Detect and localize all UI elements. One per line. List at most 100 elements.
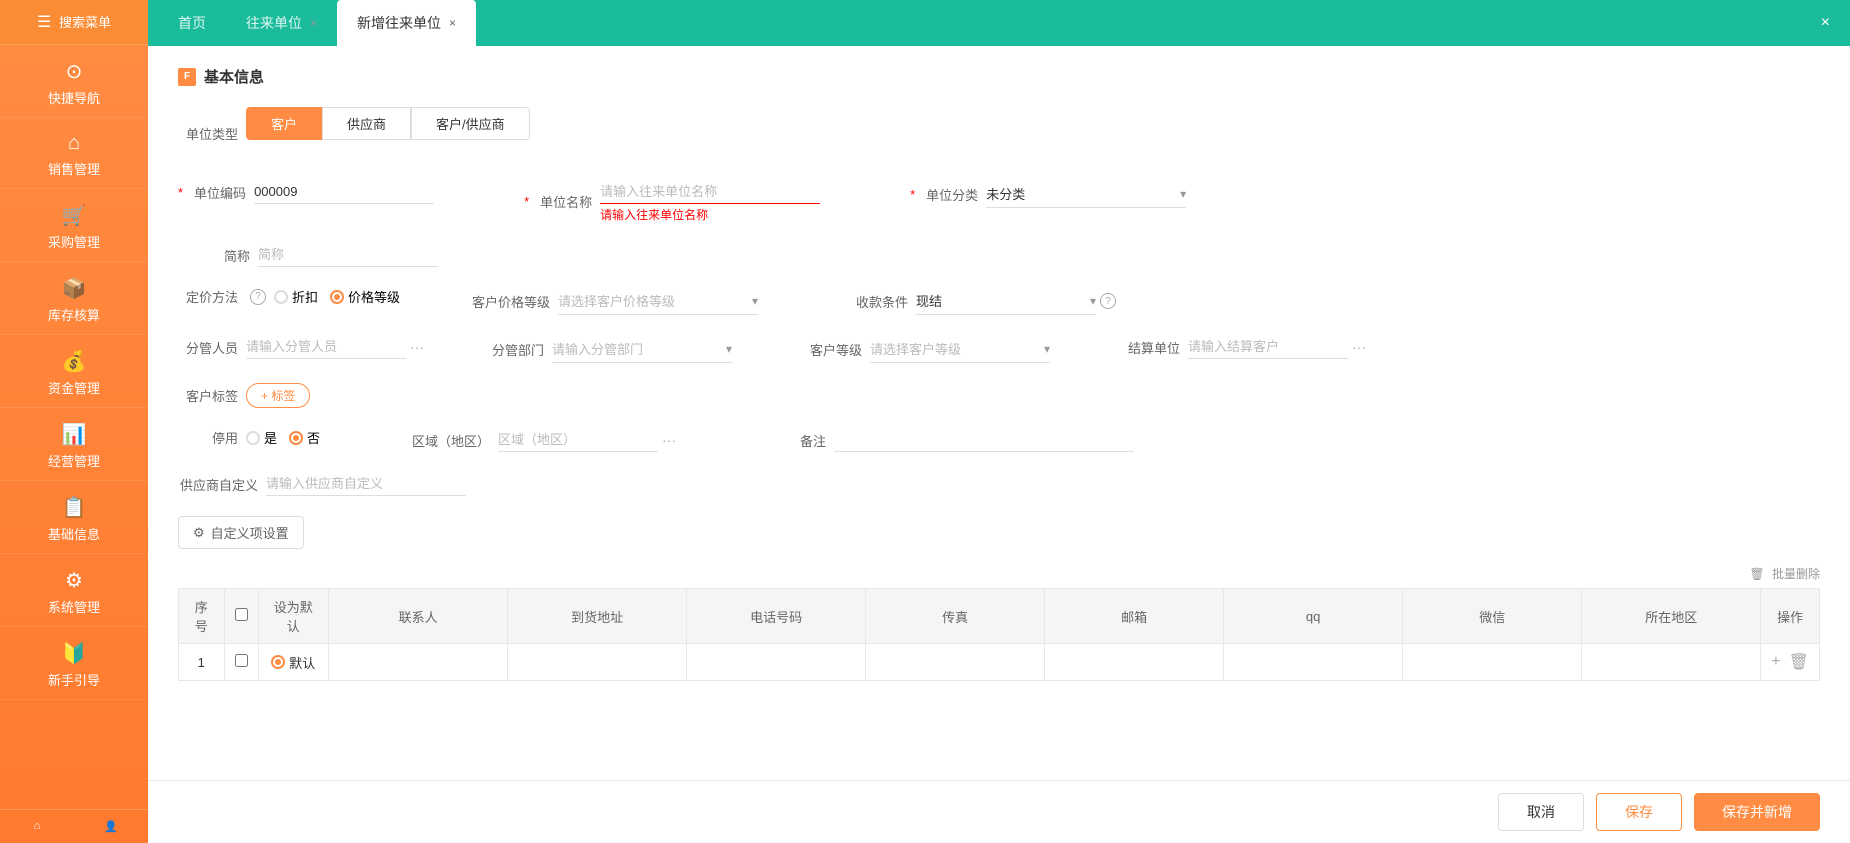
region-input[interactable] <box>498 428 658 452</box>
type-btn-supplier[interactable]: 供应商 <box>322 107 411 140</box>
sidebar-item-quick-nav[interactable]: ⊙ 快捷导航 <box>0 45 148 118</box>
sidebar-item-sales[interactable]: ⌂ 销售管理 <box>0 118 148 189</box>
disabled-radio-group: 是 否 <box>246 428 320 447</box>
unit-code-item: * 单位编码 <box>178 180 434 204</box>
unit-type-row: 单位类型 客户 供应商 客户/供应商 <box>178 107 1820 160</box>
row-checkbox[interactable] <box>235 654 248 667</box>
manager-more-icon[interactable]: ··· <box>410 339 424 355</box>
settlement-input[interactable] <box>1188 335 1348 359</box>
tab-home[interactable]: 首页 <box>158 0 226 46</box>
save-button[interactable]: 保存 <box>1596 793 1682 831</box>
chevron-down-icon: ▾ <box>1090 294 1096 308</box>
custom-settings-button[interactable]: ⚙ 自定义项设置 <box>178 516 304 549</box>
col-checkbox[interactable] <box>224 589 258 644</box>
region-label: 区域（地区） <box>410 431 490 450</box>
tab-partners-close[interactable]: × <box>310 16 317 30</box>
type-btn-customer[interactable]: 客户 <box>246 107 322 140</box>
sidebar-item-basic-info[interactable]: 📋 基础信息 <box>0 481 148 554</box>
close-all-button[interactable]: × <box>1811 14 1840 32</box>
sidebar-item-label: 系统管理 <box>48 597 100 616</box>
row-fax-input[interactable] <box>876 655 1034 670</box>
row-address[interactable] <box>508 644 687 681</box>
tab-new-partner[interactable]: 新增往来单位 × <box>337 0 476 46</box>
radio-discount[interactable]: 折扣 <box>274 287 318 306</box>
customer-level-select[interactable]: 请选择客户等级 ▾ <box>870 335 1050 363</box>
settlement-more-icon[interactable]: ··· <box>1352 339 1366 355</box>
col-wechat: 微信 <box>1403 589 1582 644</box>
unit-name-input[interactable] <box>600 180 820 204</box>
sidebar-item-finance[interactable]: 💰 资金管理 <box>0 335 148 408</box>
row-address-input[interactable] <box>518 655 676 670</box>
row-region-input[interactable] <box>1592 655 1750 670</box>
row-wechat-input[interactable] <box>1413 655 1571 670</box>
footer: 取消 保存 保存并新增 <box>148 780 1850 843</box>
sidebar-home-btn[interactable]: ⌂ <box>0 810 74 843</box>
manager-input[interactable] <box>246 335 406 359</box>
sidebar-item-guide[interactable]: 🔰 新手引导 <box>0 627 148 700</box>
settlement-label: 结算单位 <box>1120 338 1180 357</box>
sidebar-item-operations[interactable]: 📊 经营管理 <box>0 408 148 481</box>
payment-help-icon[interactable]: ? <box>1100 293 1116 309</box>
radio-yes[interactable]: 是 <box>246 428 277 447</box>
unit-code-input[interactable] <box>254 180 434 204</box>
short-name-input[interactable] <box>258 243 438 267</box>
settlement-item: 结算单位 ··· <box>1120 335 1366 359</box>
radio-price-level[interactable]: 价格等级 <box>330 287 400 306</box>
sidebar-item-system[interactable]: ⚙ 系统管理 <box>0 554 148 627</box>
region-item: 区域（地区） ··· <box>410 428 676 452</box>
row-add-button[interactable]: + <box>1771 653 1780 671</box>
sidebar-item-inventory[interactable]: 📦 库存核算 <box>0 262 148 335</box>
unit-category-select[interactable]: 未分类 ▾ <box>986 180 1186 208</box>
customer-price-level-select[interactable]: 请选择客户价格等级 ▾ <box>558 287 758 315</box>
unit-type-label: 单位类型 <box>178 124 238 143</box>
row-contact[interactable] <box>329 644 508 681</box>
row-region[interactable] <box>1582 644 1761 681</box>
row-default-label: 默认 <box>289 653 315 672</box>
save-new-button[interactable]: 保存并新增 <box>1694 793 1820 831</box>
row-phone-input[interactable] <box>697 655 855 670</box>
row-email-input[interactable] <box>1055 655 1213 670</box>
row-default-radio[interactable]: 默认 <box>269 653 319 672</box>
unit-category-label: 单位分类 <box>918 185 978 204</box>
select-all-checkbox[interactable] <box>235 608 248 621</box>
row-email[interactable] <box>1045 644 1224 681</box>
sidebar-item-purchase[interactable]: 🛒 采购管理 <box>0 189 148 262</box>
remark-input[interactable] <box>834 428 1134 452</box>
radio-no-circle <box>289 431 303 445</box>
row-wechat[interactable] <box>1403 644 1582 681</box>
type-btn-both[interactable]: 客户/供应商 <box>411 107 530 140</box>
region-more-icon[interactable]: ··· <box>662 432 676 448</box>
row-qq-input[interactable] <box>1234 655 1392 670</box>
batch-delete-label[interactable]: 批量删除 <box>1772 567 1820 581</box>
sidebar-search[interactable]: ☰ 搜索菜单 <box>0 0 148 45</box>
row-fax[interactable] <box>866 644 1045 681</box>
section-title-text: 基本信息 <box>204 66 264 87</box>
quick-nav-icon: ⊙ <box>66 59 83 84</box>
tab-partners[interactable]: 往来单位 × <box>226 0 337 46</box>
row-delete-button[interactable]: 🗑 <box>1789 652 1809 672</box>
tab-bar: 首页 往来单位 × 新增往来单位 × × <box>148 0 1850 46</box>
row-contact-input[interactable] <box>339 655 497 670</box>
pricing-label: 定价方法 <box>178 287 238 306</box>
row-checkbox-cell[interactable] <box>224 644 258 681</box>
supplier-custom-input[interactable] <box>266 472 466 496</box>
radio-no[interactable]: 否 <box>289 428 320 447</box>
cancel-button[interactable]: 取消 <box>1498 793 1584 831</box>
tab-new-partner-close[interactable]: × <box>449 16 456 30</box>
row-qq[interactable] <box>1224 644 1403 681</box>
col-phone: 电话号码 <box>687 589 866 644</box>
add-tag-button[interactable]: + 标签 <box>246 383 310 408</box>
col-contact: 联系人 <box>329 589 508 644</box>
payment-terms-select[interactable]: 现结 ▾ <box>916 287 1096 315</box>
customer-level-placeholder: 请选择客户等级 <box>870 339 1040 358</box>
sidebar-item-label: 采购管理 <box>48 232 100 251</box>
sidebar-user-btn[interactable]: 👤 <box>74 810 148 843</box>
dept-item: 分管部门 请输入分管部门 ▾ <box>484 335 732 363</box>
col-region: 所在地区 <box>1582 589 1761 644</box>
tab-partners-label: 往来单位 <box>246 13 302 33</box>
pricing-help-icon[interactable]: ? <box>250 289 266 305</box>
pricing-row: 定价方法 ? 折扣 价格等级 客户价格等级 请选择客户价格等级 <box>178 287 1820 315</box>
row-phone[interactable] <box>687 644 866 681</box>
guide-icon: 🔰 <box>62 641 87 666</box>
dept-select[interactable]: 请输入分管部门 ▾ <box>552 335 732 363</box>
